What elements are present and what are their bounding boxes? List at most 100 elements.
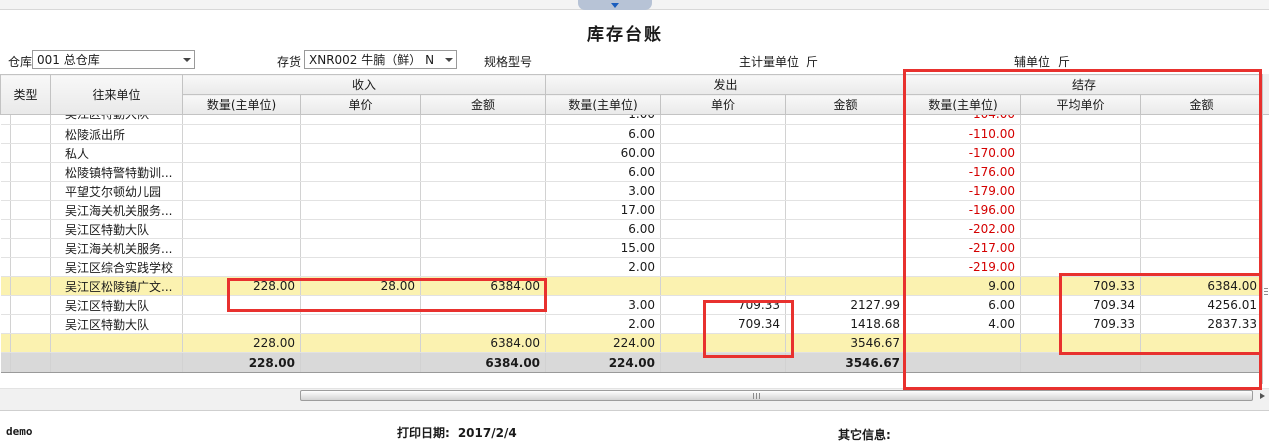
- cell-out-qty[interactable]: 17.00: [545, 200, 662, 220]
- cell-out-qty[interactable]: 3.00: [545, 295, 662, 315]
- cell-out-price[interactable]: [660, 162, 787, 182]
- cell-type[interactable]: [10, 219, 52, 239]
- cell-bal-qty[interactable]: 6.00: [905, 295, 1022, 315]
- cell-out-price[interactable]: [660, 257, 787, 277]
- row-indicator-cell[interactable]: [0, 114, 11, 125]
- cell-out-qty[interactable]: 2.00: [545, 314, 662, 334]
- cell-out-amount[interactable]: [785, 200, 907, 220]
- cell-out-price[interactable]: [660, 352, 787, 373]
- cell-in-price[interactable]: 28.00: [300, 276, 422, 296]
- cell-type[interactable]: [10, 295, 52, 315]
- cell-out-qty[interactable]: 2.00: [545, 257, 662, 277]
- cell-out-qty[interactable]: 6.00: [545, 162, 662, 182]
- cell-out-price[interactable]: 709.34: [660, 314, 787, 334]
- row-indicator-cell[interactable]: [0, 276, 11, 296]
- cell-partner[interactable]: 私人: [50, 143, 184, 163]
- cell-type[interactable]: [10, 143, 52, 163]
- cell-partner[interactable]: 吴江区特勤大队: [50, 114, 184, 125]
- table-row[interactable]: 私人 60.00 -170.00: [0, 143, 1264, 163]
- cell-in-qty[interactable]: [182, 238, 302, 258]
- cell-in-qty[interactable]: [182, 314, 302, 334]
- cell-out-qty[interactable]: 6.00: [545, 219, 662, 239]
- row-indicator-cell[interactable]: [0, 200, 11, 220]
- cell-out-amount[interactable]: 3546.67: [785, 333, 907, 353]
- cell-bal-amount[interactable]: [1140, 238, 1264, 258]
- cell-in-qty[interactable]: [182, 219, 302, 239]
- cell-out-price[interactable]: 709.33: [660, 295, 787, 315]
- cell-out-amount[interactable]: 3546.67: [785, 352, 907, 373]
- cell-in-price[interactable]: [300, 162, 422, 182]
- horizontal-scrollbar[interactable]: [0, 388, 1269, 402]
- cell-out-amount[interactable]: [785, 143, 907, 163]
- cell-bal-qty[interactable]: -202.00: [905, 219, 1022, 239]
- cell-in-amount[interactable]: 6384.00: [420, 276, 547, 296]
- cell-bal-amount[interactable]: [1140, 162, 1264, 182]
- cell-bal-price[interactable]: [1020, 257, 1142, 277]
- cell-in-price[interactable]: [300, 352, 422, 373]
- cell-type[interactable]: [10, 314, 52, 334]
- cell-bal-price[interactable]: [1020, 124, 1142, 144]
- cell-out-amount[interactable]: [785, 114, 907, 125]
- cell-in-amount[interactable]: [420, 200, 547, 220]
- cell-out-qty[interactable]: 224.00: [545, 333, 662, 353]
- cell-in-amount[interactable]: [420, 124, 547, 144]
- cell-bal-price[interactable]: [1020, 114, 1142, 125]
- cell-partner[interactable]: [50, 352, 184, 373]
- cell-partner[interactable]: [50, 333, 184, 353]
- table-row[interactable]: 吴江区综合实践学校 2.00 -219.00: [0, 257, 1264, 277]
- stock-select[interactable]: XNR002 牛腩（鲜） N: [304, 50, 457, 69]
- row-indicator-cell[interactable]: [0, 162, 11, 182]
- cell-in-qty[interactable]: [182, 143, 302, 163]
- cell-in-qty[interactable]: [182, 200, 302, 220]
- cell-bal-price[interactable]: [1020, 181, 1142, 201]
- cell-type[interactable]: [10, 257, 52, 277]
- cell-in-qty[interactable]: [182, 124, 302, 144]
- vertical-scrollbar[interactable]: [1262, 74, 1269, 384]
- cell-in-price[interactable]: [300, 124, 422, 144]
- table-row[interactable]: 吴江海关机关服务... 17.00 -196.00: [0, 200, 1264, 220]
- cell-bal-qty[interactable]: -110.00: [905, 124, 1022, 144]
- cell-bal-qty[interactable]: -219.00: [905, 257, 1022, 277]
- cell-in-price[interactable]: [300, 257, 422, 277]
- row-indicator-cell[interactable]: [0, 219, 11, 239]
- cell-out-price[interactable]: [660, 333, 787, 353]
- cell-in-price[interactable]: [300, 219, 422, 239]
- warehouse-select[interactable]: 001 总仓库: [32, 50, 195, 69]
- cell-in-price[interactable]: [300, 143, 422, 163]
- cell-in-qty[interactable]: [182, 257, 302, 277]
- cell-partner[interactable]: 平望艾尔顿幼儿园: [50, 181, 184, 201]
- cell-bal-qty[interactable]: -170.00: [905, 143, 1022, 163]
- cell-in-amount[interactable]: [420, 162, 547, 182]
- cell-type[interactable]: [10, 238, 52, 258]
- row-indicator-cell[interactable]: [0, 257, 11, 277]
- cell-bal-amount[interactable]: [1140, 219, 1264, 239]
- cell-in-amount[interactable]: [420, 257, 547, 277]
- cell-bal-price[interactable]: [1020, 219, 1142, 239]
- cell-in-qty[interactable]: [182, 181, 302, 201]
- cell-bal-qty[interactable]: -104.00: [905, 114, 1022, 125]
- row-indicator-cell[interactable]: [0, 314, 11, 334]
- cell-bal-qty[interactable]: [905, 352, 1022, 373]
- row-indicator-cell[interactable]: [0, 352, 11, 373]
- cell-out-price[interactable]: [660, 219, 787, 239]
- cell-out-qty[interactable]: 1.00: [545, 114, 662, 125]
- row-indicator-cell[interactable]: [0, 295, 11, 315]
- cell-in-amount[interactable]: 6384.00: [420, 333, 547, 353]
- total-row[interactable]: 228.00 6384.00 224.00 3546.67: [0, 352, 1264, 373]
- cell-out-price[interactable]: [660, 114, 787, 125]
- cell-bal-price[interactable]: 709.33: [1020, 276, 1142, 296]
- cell-bal-price[interactable]: [1020, 200, 1142, 220]
- cell-bal-amount[interactable]: 2837.33: [1140, 314, 1264, 334]
- cell-bal-price[interactable]: [1020, 143, 1142, 163]
- cell-type[interactable]: [10, 114, 52, 125]
- cell-in-amount[interactable]: [420, 181, 547, 201]
- cell-bal-price[interactable]: [1020, 352, 1142, 373]
- cell-out-qty[interactable]: 3.00: [545, 181, 662, 201]
- cell-bal-amount[interactable]: [1140, 181, 1264, 201]
- cell-out-qty[interactable]: 15.00: [545, 238, 662, 258]
- cell-type[interactable]: [10, 124, 52, 144]
- cell-out-qty[interactable]: 224.00: [545, 352, 662, 373]
- cell-in-price[interactable]: [300, 314, 422, 334]
- collapse-panel-tab[interactable]: [578, 0, 652, 10]
- cell-partner[interactable]: 吴江区特勤大队: [50, 314, 184, 334]
